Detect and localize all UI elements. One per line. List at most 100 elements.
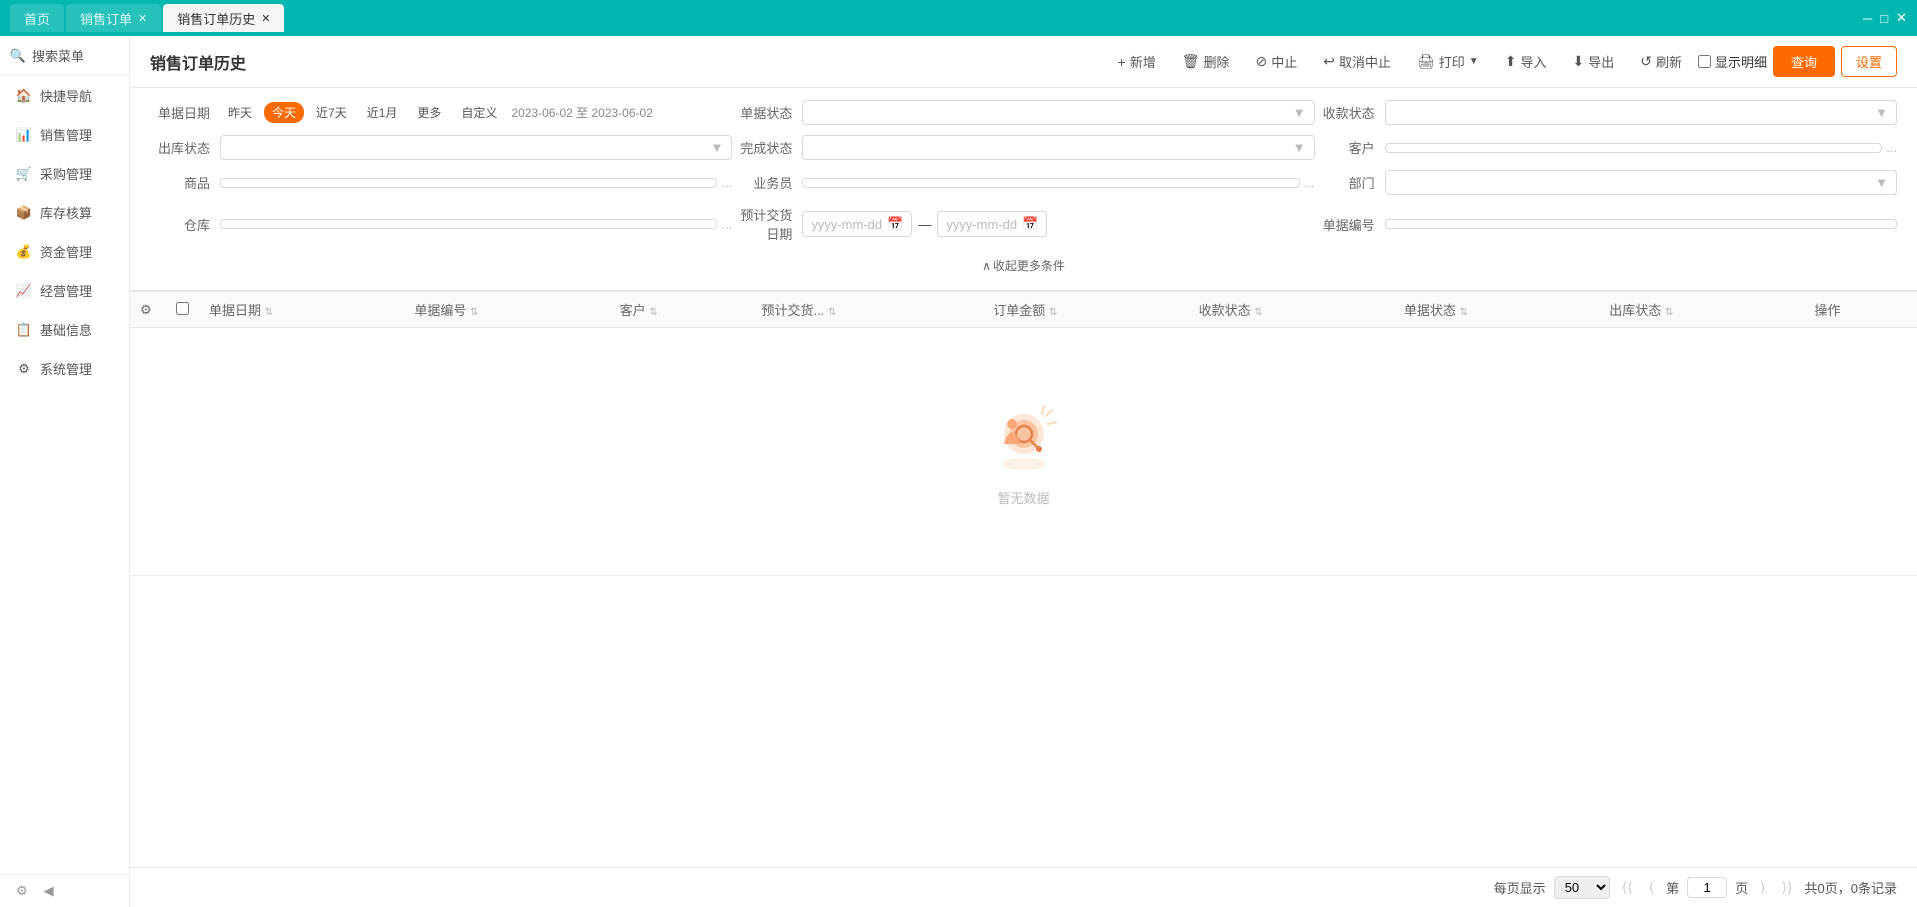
salesman-input[interactable] [802, 178, 1299, 188]
query-button[interactable]: 查询 [1773, 46, 1835, 77]
sales-icon: 📊 [16, 127, 32, 143]
date-tag-today[interactable]: 今天 [264, 102, 304, 123]
tab-close-sales-order[interactable]: ✕ [138, 12, 147, 25]
delivery-date-end[interactable]: yyyy-mm-dd 📅 [937, 211, 1047, 237]
maximize-btn[interactable]: □ [1880, 11, 1888, 26]
th-payment-status[interactable]: 收款状态 ⇅ [1189, 292, 1394, 328]
date-range-display: 2023-06-02 至 2023-06-02 [511, 104, 652, 121]
cancel-stop-button[interactable]: ↩ 取消中止 [1313, 48, 1401, 75]
cancel-stop-icon: ↩ [1323, 53, 1335, 70]
sidebar-item-system[interactable]: ⚙ 系统管理 [0, 349, 129, 388]
page-number-input[interactable] [1687, 877, 1727, 898]
payment-status-select[interactable]: ▼ [1385, 100, 1897, 125]
filter-row-1: 单据日期 昨天 今天 近7天 近1月 更多 自定义 2023-06-02 至 2… [150, 100, 1897, 125]
print-dropdown-icon: ▼ [1469, 56, 1479, 67]
payment-status-dropdown-icon: ▼ [1875, 105, 1888, 120]
outstock-status-select[interactable]: ▼ [220, 135, 732, 160]
refresh-button[interactable]: ↺ 刷新 [1630, 48, 1692, 75]
top-bar: 首页 销售订单 ✕ 销售订单历史 ✕ ─ □ ✕ [0, 0, 1917, 36]
th-outstock-status[interactable]: 出库状态 ⇅ [1599, 292, 1804, 328]
outstock-dropdown-icon: ▼ [710, 140, 723, 155]
select-all-checkbox[interactable] [176, 302, 189, 315]
print-icon: 🖨 [1417, 53, 1435, 70]
tab-close-sales-order-history[interactable]: ✕ [261, 12, 270, 25]
search-icon: 🔍 [10, 48, 26, 64]
delete-button[interactable]: 🗑 删除 [1172, 48, 1240, 75]
date-tag-custom[interactable]: 自定义 [453, 102, 505, 123]
setting-button[interactable]: 设置 [1841, 46, 1897, 77]
next-page-btn[interactable]: ⟩ [1756, 877, 1769, 898]
date-tag-more[interactable]: 更多 [409, 102, 449, 123]
complete-status-select[interactable]: ▼ [802, 135, 1314, 160]
refresh-icon: ↺ [1640, 53, 1652, 70]
goods-input[interactable] [220, 178, 717, 188]
calendar-icon-end[interactable]: 📅 [1022, 216, 1038, 232]
sidebar-item-basic-info[interactable]: 📋 基础信息 [0, 310, 129, 349]
page-size-select[interactable]: 10 20 50 100 [1554, 876, 1610, 899]
first-page-btn[interactable]: ⟨⟨ [1618, 877, 1637, 898]
sidebar-item-finance[interactable]: 💰 资金管理 [0, 232, 129, 271]
calendar-icon-start[interactable]: 📅 [887, 216, 903, 232]
sidebar-item-inventory[interactable]: 📦 库存核算 [0, 193, 129, 232]
sidebar-item-purchase[interactable]: 🛒 采购管理 [0, 154, 129, 193]
dept-dropdown-icon: ▼ [1875, 175, 1888, 190]
page-label-prefix: 第 [1666, 878, 1679, 897]
th-customer[interactable]: 客户 ⇅ [610, 292, 752, 328]
collapse-icon: ∧ [982, 259, 991, 273]
last-page-btn[interactable]: ⟩⟩ [1778, 877, 1797, 898]
tab-sales-order-history[interactable]: 销售订单历史 ✕ [163, 4, 284, 32]
export-button[interactable]: ⬇ 导出 [1562, 48, 1624, 75]
order-status-select[interactable]: ▼ [802, 100, 1314, 125]
import-button[interactable]: ⬆ 导入 [1495, 48, 1557, 75]
window-controls: ─ □ ✕ [1863, 10, 1907, 26]
tab-home[interactable]: 首页 [10, 4, 64, 32]
prev-page-btn[interactable]: ⟨ [1645, 877, 1658, 898]
settings-icon[interactable]: ⚙ [140, 302, 152, 317]
th-order-status[interactable]: 单据状态 ⇅ [1394, 292, 1599, 328]
sidebar-settings-icon[interactable]: ⚙ [16, 883, 28, 899]
page-title: 销售订单历史 [150, 50, 246, 74]
sidebar-collapse-icon[interactable]: ◀ [44, 883, 54, 899]
sort-order-status-icon: ⇅ [1460, 307, 1468, 318]
date-tag-yesterday[interactable]: 昨天 [220, 102, 260, 123]
complete-dropdown-icon: ▼ [1293, 140, 1306, 155]
th-amount[interactable]: 订单金额 ⇅ [983, 292, 1188, 328]
show-detail-checkbox[interactable] [1698, 55, 1711, 68]
filter-area: 单据日期 昨天 今天 近7天 近1月 更多 自定义 2023-06-02 至 2… [130, 88, 1917, 291]
empty-illustration [984, 396, 1064, 476]
collapse-filters-link[interactable]: ∧ 收起更多条件 [150, 253, 1897, 278]
sidebar-item-sales[interactable]: 📊 销售管理 [0, 115, 129, 154]
warehouse-dots[interactable]: ... [721, 217, 732, 232]
tab-sales-order[interactable]: 销售订单 ✕ [66, 4, 161, 32]
sort-customer-icon: ⇅ [649, 307, 657, 318]
sidebar-search[interactable]: 🔍 搜索菜单 [0, 36, 129, 76]
customer-dots[interactable]: ... [1886, 140, 1897, 155]
print-button[interactable]: 🖨 打印 ▼ [1407, 48, 1489, 75]
minimize-btn[interactable]: ─ [1863, 11, 1872, 26]
th-checkbox[interactable] [166, 292, 199, 328]
filter-row-4: 仓库 ... 预计交货日期 yyyy-mm-dd 📅 — yyyy-mm-dd … [150, 205, 1897, 243]
export-icon: ⬇ [1572, 53, 1584, 70]
window-close-btn[interactable]: ✕ [1896, 10, 1907, 26]
date-tag-7days[interactable]: 近7天 [308, 102, 355, 123]
date-tag-1month[interactable]: 近1月 [359, 102, 406, 123]
th-number[interactable]: 单据编号 ⇅ [404, 292, 609, 328]
th-settings[interactable]: ⚙ [130, 292, 166, 328]
department-select[interactable]: ▼ [1385, 170, 1897, 195]
add-button[interactable]: + 新增 [1108, 48, 1166, 75]
content-header: 销售订单历史 + 新增 🗑 删除 ⊘ 中止 ↩ 取消中止 [130, 36, 1917, 88]
th-date[interactable]: 单据日期 ⇅ [199, 292, 404, 328]
th-delivery-date[interactable]: 预计交货... ⇅ [751, 292, 983, 328]
salesman-dots[interactable]: ... [1304, 175, 1315, 190]
data-table: ⚙ 单据日期 ⇅ 单据编号 ⇅ [130, 291, 1917, 576]
warehouse-input[interactable] [220, 219, 717, 229]
sort-number-icon: ⇅ [470, 307, 478, 318]
goods-dots[interactable]: ... [721, 175, 732, 190]
delivery-date-start[interactable]: yyyy-mm-dd 📅 [802, 211, 912, 237]
sidebar-item-quicknav[interactable]: 🏠 快捷导航 [0, 76, 129, 115]
customer-input[interactable] [1385, 143, 1882, 153]
stop-button[interactable]: ⊘ 中止 [1246, 48, 1308, 75]
filter-row-3: 商品 ... 业务员 ... 部门 ▼ [150, 170, 1897, 195]
sidebar-item-operations[interactable]: 📈 经营管理 [0, 271, 129, 310]
order-number-input[interactable] [1385, 219, 1897, 229]
